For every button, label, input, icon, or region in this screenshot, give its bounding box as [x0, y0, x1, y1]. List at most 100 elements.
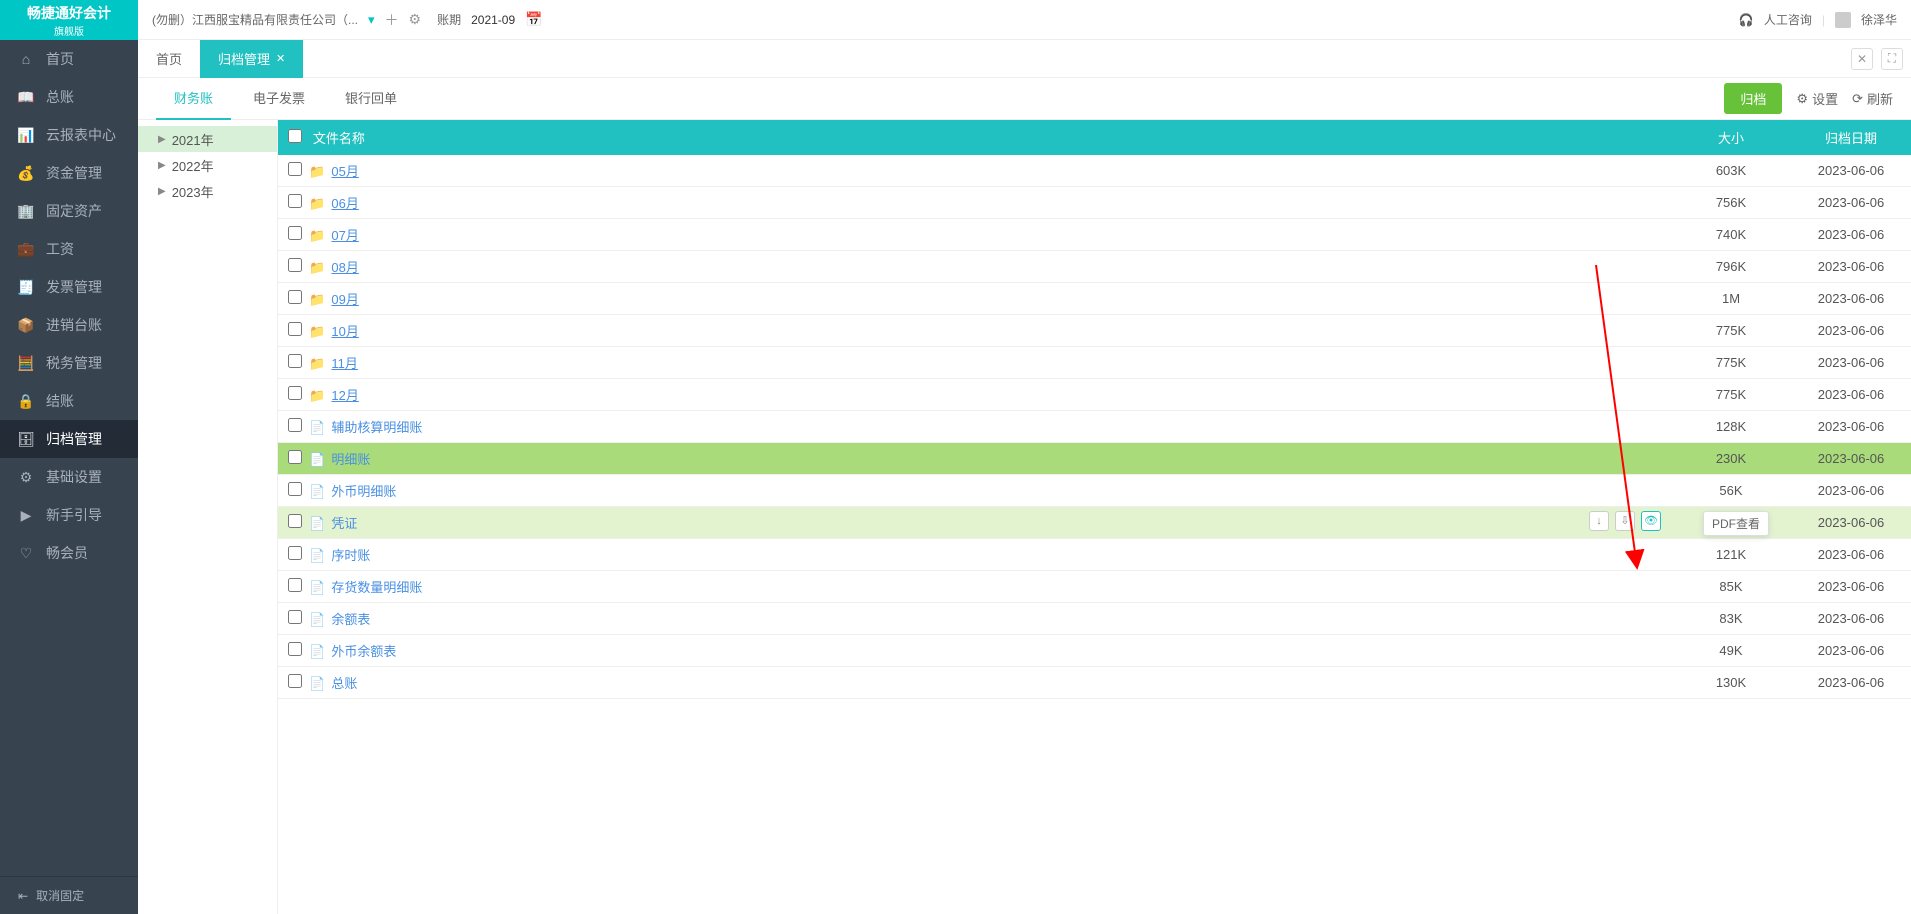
username[interactable]: 徐泽华 — [1861, 11, 1897, 28]
row-checkbox[interactable] — [288, 642, 302, 656]
download-xml-icon[interactable]: ↓ — [1589, 511, 1609, 531]
table-row[interactable]: 📁07月740K2023-06-06 — [278, 219, 1911, 251]
table-row[interactable]: 📁11月775K2023-06-06 — [278, 347, 1911, 379]
tab-archive[interactable]: 归档管理 ✕ — [200, 40, 303, 78]
file-name[interactable]: 10月 — [331, 324, 358, 339]
company-selector[interactable]: (勿删）江西服宝精品有限责任公司（... — [152, 11, 358, 28]
file-date: 2023-06-06 — [1791, 571, 1911, 603]
table-row[interactable]: 📄总账130K2023-06-06 — [278, 667, 1911, 699]
file-name[interactable]: 07月 — [331, 228, 358, 243]
gear-icon[interactable]: ⚙ — [409, 11, 422, 28]
file-name[interactable]: 11月 — [331, 356, 358, 371]
file-icon: 📄 — [309, 644, 325, 659]
sidebar-item-6[interactable]: 🧾发票管理 — [0, 268, 138, 306]
nav-icon: 📊 — [18, 127, 34, 143]
file-name[interactable]: 06月 — [331, 196, 358, 211]
file-name: 明细账 — [331, 452, 370, 467]
sidebar-item-8[interactable]: 🧮税务管理 — [0, 344, 138, 382]
sidebar-item-9[interactable]: 🔒结账 — [0, 382, 138, 420]
sidebar-item-1[interactable]: 📖总账 — [0, 78, 138, 116]
file-name[interactable]: 09月 — [331, 292, 358, 307]
select-all-checkbox[interactable] — [288, 129, 302, 143]
table-row[interactable]: 📄外币明细账56K2023-06-06 — [278, 475, 1911, 507]
add-icon[interactable]: ＋ — [385, 10, 399, 30]
file-table: 文件名称 大小 归档日期 📁05月603K2023-06-06 📁06月756K… — [278, 120, 1911, 699]
table-row[interactable]: 📄余额表83K2023-06-06 — [278, 603, 1911, 635]
row-checkbox[interactable] — [288, 226, 302, 240]
row-checkbox[interactable] — [288, 610, 302, 624]
table-row[interactable]: 📁12月775K2023-06-06 — [278, 379, 1911, 411]
row-checkbox[interactable] — [288, 258, 302, 272]
sidebar-item-13[interactable]: ♡畅会员 — [0, 534, 138, 572]
refresh-link[interactable]: ⟳刷新 — [1852, 89, 1893, 108]
row-checkbox[interactable] — [288, 514, 302, 528]
table-row[interactable]: 📄外币余额表49K2023-06-06 — [278, 635, 1911, 667]
tab-home[interactable]: 首页 — [138, 40, 200, 78]
sidebar-item-11[interactable]: ⚙基础设置 — [0, 458, 138, 496]
sidebar-item-4[interactable]: 🏢固定资产 — [0, 192, 138, 230]
subtab-einvoice[interactable]: 电子发票 — [235, 78, 323, 120]
subtab-bankslip[interactable]: 银行回单 — [327, 78, 415, 120]
file-name: 序时账 — [331, 548, 370, 563]
sidebar-item-12[interactable]: ▶新手引导 — [0, 496, 138, 534]
view-pdf-icon[interactable]: 👁 — [1641, 511, 1661, 531]
table-row[interactable]: 📁08月796K2023-06-06 — [278, 251, 1911, 283]
sidebar-item-2[interactable]: 📊云报表中心 — [0, 116, 138, 154]
row-checkbox[interactable] — [288, 578, 302, 592]
chevron-down-icon[interactable]: ▾ — [368, 12, 375, 28]
row-checkbox[interactable] — [288, 290, 302, 304]
row-checkbox[interactable] — [288, 482, 302, 496]
file-size: 49K — [1671, 635, 1791, 667]
sidebar-item-label: 基础设置 — [46, 467, 102, 487]
nav-list: ⌂首页📖总账📊云报表中心💰资金管理🏢固定资产 💼 工资 🧾发票管理📦进销台账🧮税务管理… — [0, 40, 138, 876]
table-row[interactable]: 📁09月1M2023-06-06 — [278, 283, 1911, 315]
settings-link[interactable]: ⚙设置 — [1796, 89, 1838, 108]
table-row[interactable]: 📄存货数量明细账85K2023-06-06 — [278, 571, 1911, 603]
file-name[interactable]: 08月 — [331, 260, 358, 275]
file-date: 2023-06-06 — [1791, 347, 1911, 379]
tab-close-button[interactable]: ✕ — [1851, 48, 1873, 70]
nav-icon: 💼 — [18, 241, 34, 257]
row-checkbox[interactable] — [288, 194, 302, 208]
row-checkbox[interactable] — [288, 418, 302, 432]
row-checkbox[interactable] — [288, 674, 302, 688]
row-checkbox[interactable] — [288, 162, 302, 176]
file-name[interactable]: 05月 — [331, 164, 358, 179]
table-row[interactable]: 📄明细账230K2023-06-06 — [278, 443, 1911, 475]
archive-button[interactable]: 归档 — [1724, 83, 1782, 114]
table-row[interactable]: 📁06月756K2023-06-06 — [278, 187, 1911, 219]
sidebar-item-10[interactable]: 🗄归档管理 — [0, 420, 138, 458]
file-date: 2023-06-06 — [1791, 603, 1911, 635]
tree-item-2023年[interactable]: ▶2023年 — [138, 178, 277, 204]
consult-link[interactable]: 人工咨询 — [1764, 11, 1812, 28]
tree-item-2021年[interactable]: ▶2021年 — [138, 126, 277, 152]
table-row[interactable]: 📄辅助核算明细账128K2023-06-06 — [278, 411, 1911, 443]
calendar-icon[interactable]: 📅 — [525, 11, 542, 28]
file-icon: 📄 — [309, 484, 325, 499]
subtab-finance[interactable]: 财务账 — [156, 78, 231, 120]
sidebar-item-7[interactable]: 📦进销台账 — [0, 306, 138, 344]
download-pdf-icon[interactable]: ⇩ — [1615, 511, 1635, 531]
sidebar-item-label: 工资 — [46, 239, 74, 259]
period-value[interactable]: 2021-09 — [471, 13, 515, 27]
sidebar-item-label: 结账 — [46, 391, 74, 411]
table-row[interactable]: 📁05月603K2023-06-06 — [278, 155, 1911, 187]
sidebar-footer[interactable]: ⇤ 取消固定 — [0, 876, 138, 914]
table-row[interactable]: 📁10月775K2023-06-06 — [278, 315, 1911, 347]
tab-strip: 首页 归档管理 ✕ ✕ ⛶ — [138, 40, 1911, 78]
file-name[interactable]: 12月 — [331, 388, 358, 403]
fullscreen-icon[interactable]: ⛶ — [1881, 48, 1903, 70]
row-checkbox[interactable] — [288, 450, 302, 464]
avatar[interactable] — [1835, 12, 1851, 28]
sidebar-item-5[interactable]: 💼 工资 — [0, 230, 138, 268]
row-checkbox[interactable] — [288, 354, 302, 368]
row-checkbox[interactable] — [288, 322, 302, 336]
sidebar-item-3[interactable]: 💰资金管理 — [0, 154, 138, 192]
table-row[interactable]: 📄凭证↓⇩👁PDF查看33K2023-06-06 — [278, 507, 1911, 539]
table-row[interactable]: 📄序时账121K2023-06-06 — [278, 539, 1911, 571]
row-checkbox[interactable] — [288, 546, 302, 560]
sidebar-item-0[interactable]: ⌂首页 — [0, 40, 138, 78]
close-icon[interactable]: ✕ — [276, 52, 285, 65]
row-checkbox[interactable] — [288, 386, 302, 400]
tree-item-2022年[interactable]: ▶2022年 — [138, 152, 277, 178]
